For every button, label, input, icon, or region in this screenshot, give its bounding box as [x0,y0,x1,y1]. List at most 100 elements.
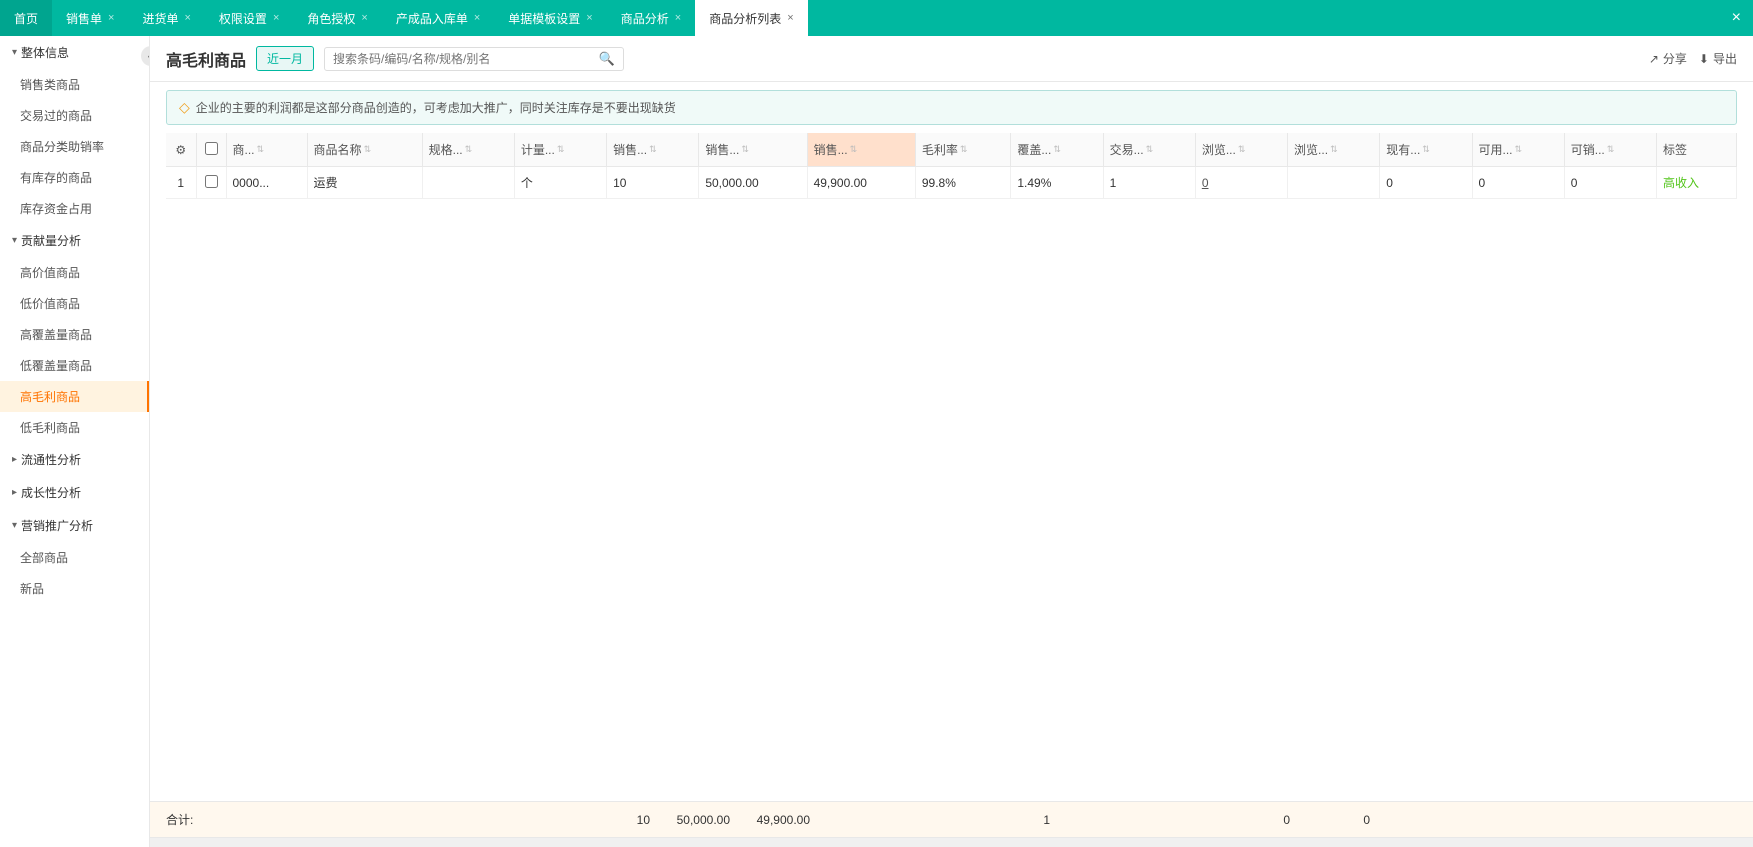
footer-transaction: 1 [976,813,1056,827]
nav-product-analysis[interactable]: 商品分析 × [607,0,695,36]
sidebar-group-growth-title[interactable]: ▸ 成长性分析 [0,476,149,509]
cell-gross-margin: 99.8% [915,167,1011,199]
table-header-row: ⚙ 商... ⇅ 商品名称 [166,133,1737,167]
nav-product-analysis-close[interactable]: × [675,12,681,24]
footer-sales3: 49,900.00 [736,813,816,827]
col-sales2[interactable]: 销售... ⇅ [699,133,807,167]
nav-product-inbound[interactable]: 产成品入库单 × [382,0,494,36]
nav-product-analysis-list-close[interactable]: × [787,12,793,24]
info-banner: ◇ 企业的主要的利润都是这部分商品创造的，可考虑加大推广，同时关注库存是不要出现… [166,90,1737,125]
arrow-icon-5: ▾ [12,520,17,531]
content-area: 高毛利商品 近一月 🔍 ↗ 分享 ⬇ 导出 ◇ 企业的主要的利润都是这部分商品创… [150,36,1753,847]
search-input[interactable] [333,52,599,66]
export-button[interactable]: ⬇ 导出 [1699,50,1737,67]
nav-purchase-close[interactable]: × [184,12,190,24]
sidebar-group-contribution-title[interactable]: ▾ 贡献量分析 [0,224,149,257]
nav-role[interactable]: 角色授权 × [293,0,381,36]
sort-icon: ⇅ [1607,144,1615,155]
sidebar-item-in-stock[interactable]: 有库存的商品 [0,162,149,193]
search-icon[interactable]: 🔍 [599,51,615,67]
col-settings[interactable]: ⚙ [166,133,196,167]
sort-icon: ⇅ [1422,144,1430,155]
footer-spacer4 [1136,813,1216,827]
col-sales1[interactable]: 销售... ⇅ [607,133,699,167]
cell-available: 0 [1472,167,1564,199]
page-title: 高毛利商品 [166,47,246,71]
col-gross-margin[interactable]: 毛利率 ⇅ [915,133,1011,167]
sidebar-group-overview-title[interactable]: ▾ 整体信息 [0,36,149,69]
cell-code: 0000... [226,167,307,199]
top-navigation: 首页 销售单 × 进货单 × 权限设置 × 角色授权 × 产成品入库单 × 单据… [0,0,1753,36]
sidebar-item-new-goods[interactable]: 新品 [0,573,149,604]
nav-permission[interactable]: 权限设置 × [205,0,293,36]
footer-current: 0 [1216,813,1296,827]
nav-role-close[interactable]: × [361,12,367,24]
footer-label: 合计: [166,811,256,828]
cell-spec [422,167,514,199]
sidebar-item-sales-goods[interactable]: 销售类商品 [0,69,149,100]
select-all-checkbox[interactable] [205,142,218,155]
sidebar-group-liquidity: ▸ 流通性分析 [0,443,149,476]
col-current[interactable]: 现有... ⇅ [1380,133,1472,167]
table-container: ⚙ 商... ⇅ 商品名称 [150,133,1753,801]
cell-transaction: 1 [1103,167,1195,199]
share-button[interactable]: ↗ 分享 [1649,50,1687,67]
sidebar-item-low-margin[interactable]: 低毛利商品 [0,412,149,443]
sidebar-group-overview: ▾ 整体信息 销售类商品 交易过的商品 商品分类助销率 有库存的商品 库存资金占… [0,36,149,224]
sidebar-item-high-coverage[interactable]: 高覆盖量商品 [0,319,149,350]
col-coverage[interactable]: 覆盖... ⇅ [1011,133,1103,167]
sort-icon: ⇅ [1053,144,1061,155]
sidebar-item-all-goods[interactable]: 全部商品 [0,542,149,573]
sort-icon: ⇅ [1515,144,1523,155]
nav-sales-close[interactable]: × [108,12,114,24]
sort-icon: ⇅ [1330,144,1338,155]
nav-home[interactable]: 首页 [0,0,52,36]
footer-val-spacer [256,813,576,827]
sidebar-item-traded-goods[interactable]: 交易过的商品 [0,100,149,131]
sort-icon: ⇅ [649,144,657,155]
sidebar-item-category-rate[interactable]: 商品分类助销率 [0,131,149,162]
sort-icon: ⇅ [465,144,473,155]
col-unit[interactable]: 计量... ⇅ [514,133,606,167]
col-name[interactable]: 商品名称 ⇅ [307,133,422,167]
footer-available: 0 [1296,813,1376,827]
nav-product-inbound-close[interactable]: × [474,12,480,24]
sidebar-item-high-value[interactable]: 高价值商品 [0,257,149,288]
cell-coverage: 1.49% [1011,167,1103,199]
col-sales3[interactable]: 销售... ⇅ [807,133,915,167]
footer-spacer3 [1056,813,1136,827]
cell-current: 0 [1380,167,1472,199]
sidebar-item-low-value[interactable]: 低价值商品 [0,288,149,319]
data-table: ⚙ 商... ⇅ 商品名称 [166,133,1737,199]
bottom-scrollbar[interactable] [150,837,1753,847]
footer-sales1: 10 [576,813,656,827]
col-code[interactable]: 商... ⇅ [226,133,307,167]
table-row: 1 0000... 运费 个 10 50,000.00 49,900.00 99… [166,167,1737,199]
nav-permission-close[interactable]: × [273,12,279,24]
sidebar-item-stock-capital[interactable]: 库存资金占用 [0,193,149,224]
nav-template-close[interactable]: × [586,12,592,24]
sidebar-group-marketing-title[interactable]: ▾ 营销推广分析 [0,509,149,542]
nav-product-analysis-list[interactable]: 商品分析列表 × [695,0,807,36]
col-transaction[interactable]: 交易... ⇅ [1103,133,1195,167]
col-sellable[interactable]: 可销... ⇅ [1564,133,1656,167]
sort-icon: ⇅ [850,144,858,155]
close-all-tabs[interactable]: × [1720,9,1753,27]
footer-values: 10 50,000.00 49,900.00 1 0 0 [256,813,1376,827]
sidebar-item-low-coverage[interactable]: 低覆盖量商品 [0,350,149,381]
sidebar-item-high-margin[interactable]: 高毛利商品 [0,381,149,412]
filter-recent-month[interactable]: 近一月 [256,46,314,71]
nav-template[interactable]: 单据模板设置 × [494,0,606,36]
row-checkbox[interactable] [205,175,218,188]
cell-sales1: 10 [607,167,699,199]
nav-purchase[interactable]: 进货单 × [128,0,204,36]
nav-sales[interactable]: 销售单 × [52,0,128,36]
sidebar-group-contribution: ▾ 贡献量分析 高价值商品 低价值商品 高覆盖量商品 低覆盖量商品 高毛利商品 … [0,224,149,443]
col-available[interactable]: 可用... ⇅ [1472,133,1564,167]
col-spec[interactable]: 规格... ⇅ [422,133,514,167]
col-browse2[interactable]: 浏览... ⇅ [1288,133,1380,167]
cell-browse1[interactable]: 0 [1195,167,1287,199]
sidebar-group-liquidity-title[interactable]: ▸ 流通性分析 [0,443,149,476]
col-browse1[interactable]: 浏览... ⇅ [1195,133,1287,167]
cell-checkbox [196,167,226,199]
